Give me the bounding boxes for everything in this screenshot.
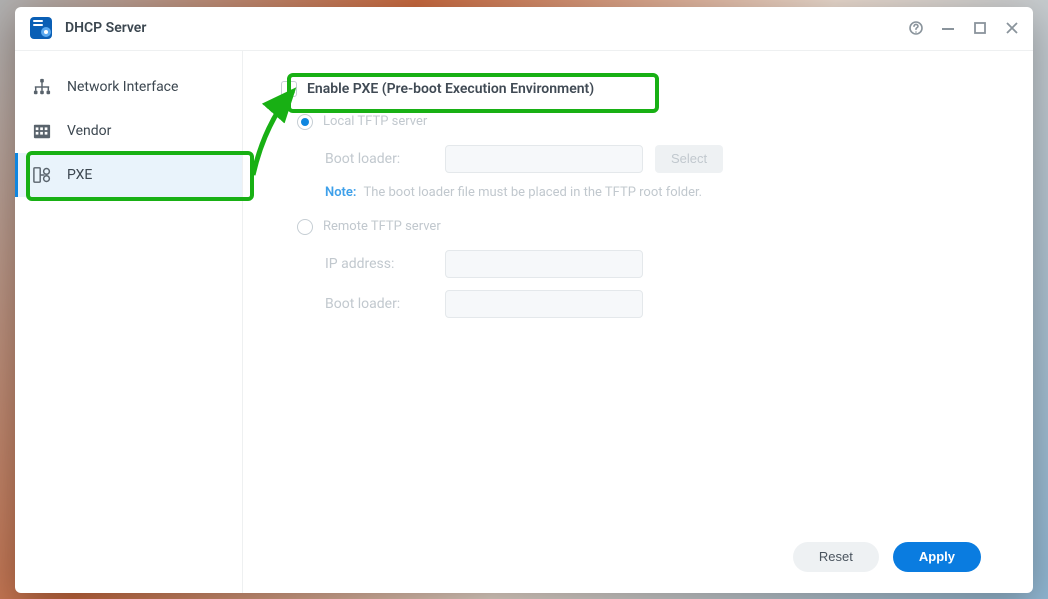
local-tftp-fields: Boot loader: Select Note: The boot loade… xyxy=(297,145,1003,200)
pxe-options: Local TFTP server Boot loader: Select No… xyxy=(273,111,1003,318)
radio-dot xyxy=(301,118,309,126)
note-text: The boot loader file must be placed in t… xyxy=(363,185,702,200)
sidebar-item-label: Network Interface xyxy=(67,79,178,95)
local-tftp-row[interactable]: Local TFTP server xyxy=(297,111,1003,133)
close-icon[interactable] xyxy=(1005,21,1019,35)
vendor-icon xyxy=(31,120,53,142)
local-bootloader-row: Boot loader: Select xyxy=(325,145,1003,173)
select-button[interactable]: Select xyxy=(655,145,723,173)
sidebar-item-network-interface[interactable]: Network Interface xyxy=(15,65,242,109)
local-tftp-label: Local TFTP server xyxy=(323,114,427,129)
maximize-icon[interactable] xyxy=(973,21,987,35)
content-panel: Enable PXE (Pre-boot Execution Environme… xyxy=(243,51,1033,593)
reset-button[interactable]: Reset xyxy=(793,542,879,572)
sidebar-item-pxe[interactable]: PXE xyxy=(15,153,242,197)
app-icon xyxy=(29,16,53,40)
titlebar: DHCP Server xyxy=(15,7,1033,51)
remote-bootloader-label: Boot loader: xyxy=(325,296,445,312)
enable-pxe-row[interactable]: Enable PXE (Pre-boot Execution Environme… xyxy=(273,77,1003,101)
sidebar-item-label: Vendor xyxy=(67,123,111,139)
dhcp-server-window: DHCP Server Network Interface xyxy=(15,7,1033,593)
footer: Reset Apply xyxy=(273,531,1003,583)
local-bootloader-label: Boot loader: xyxy=(325,151,445,167)
pxe-icon xyxy=(31,164,53,186)
enable-pxe-checkbox[interactable] xyxy=(281,81,297,97)
help-icon[interactable] xyxy=(909,21,923,35)
network-icon xyxy=(31,76,53,98)
remote-ip-row: IP address: xyxy=(325,250,1003,278)
local-bootloader-input[interactable] xyxy=(445,145,643,173)
remote-tftp-label: Remote TFTP server xyxy=(323,219,441,234)
sidebar-item-vendor[interactable]: Vendor xyxy=(15,109,242,153)
enable-pxe-label: Enable PXE (Pre-boot Execution Environme… xyxy=(307,81,594,97)
note-strong: Note: xyxy=(325,185,356,200)
minimize-icon[interactable] xyxy=(941,21,955,35)
remote-tftp-radio[interactable] xyxy=(297,219,313,235)
remote-ip-label: IP address: xyxy=(325,256,445,272)
remote-tftp-fields: IP address: Boot loader: xyxy=(297,250,1003,318)
content-inner: Enable PXE (Pre-boot Execution Environme… xyxy=(273,77,1003,531)
remote-bootloader-input[interactable] xyxy=(445,290,643,318)
remote-ip-input[interactable] xyxy=(445,250,643,278)
bootloader-note: Note: The boot loader file must be place… xyxy=(325,185,1003,200)
remote-bootloader-row: Boot loader: xyxy=(325,290,1003,318)
apply-button[interactable]: Apply xyxy=(893,542,981,572)
sidebar-item-label: PXE xyxy=(67,167,92,183)
window-body: Network Interface Vendor PXE Enable PXE … xyxy=(15,51,1033,593)
local-tftp-radio[interactable] xyxy=(297,114,313,130)
window-title: DHCP Server xyxy=(65,20,909,36)
sidebar: Network Interface Vendor PXE xyxy=(15,51,243,593)
window-controls xyxy=(909,21,1019,35)
remote-tftp-row[interactable]: Remote TFTP server xyxy=(297,216,1003,238)
